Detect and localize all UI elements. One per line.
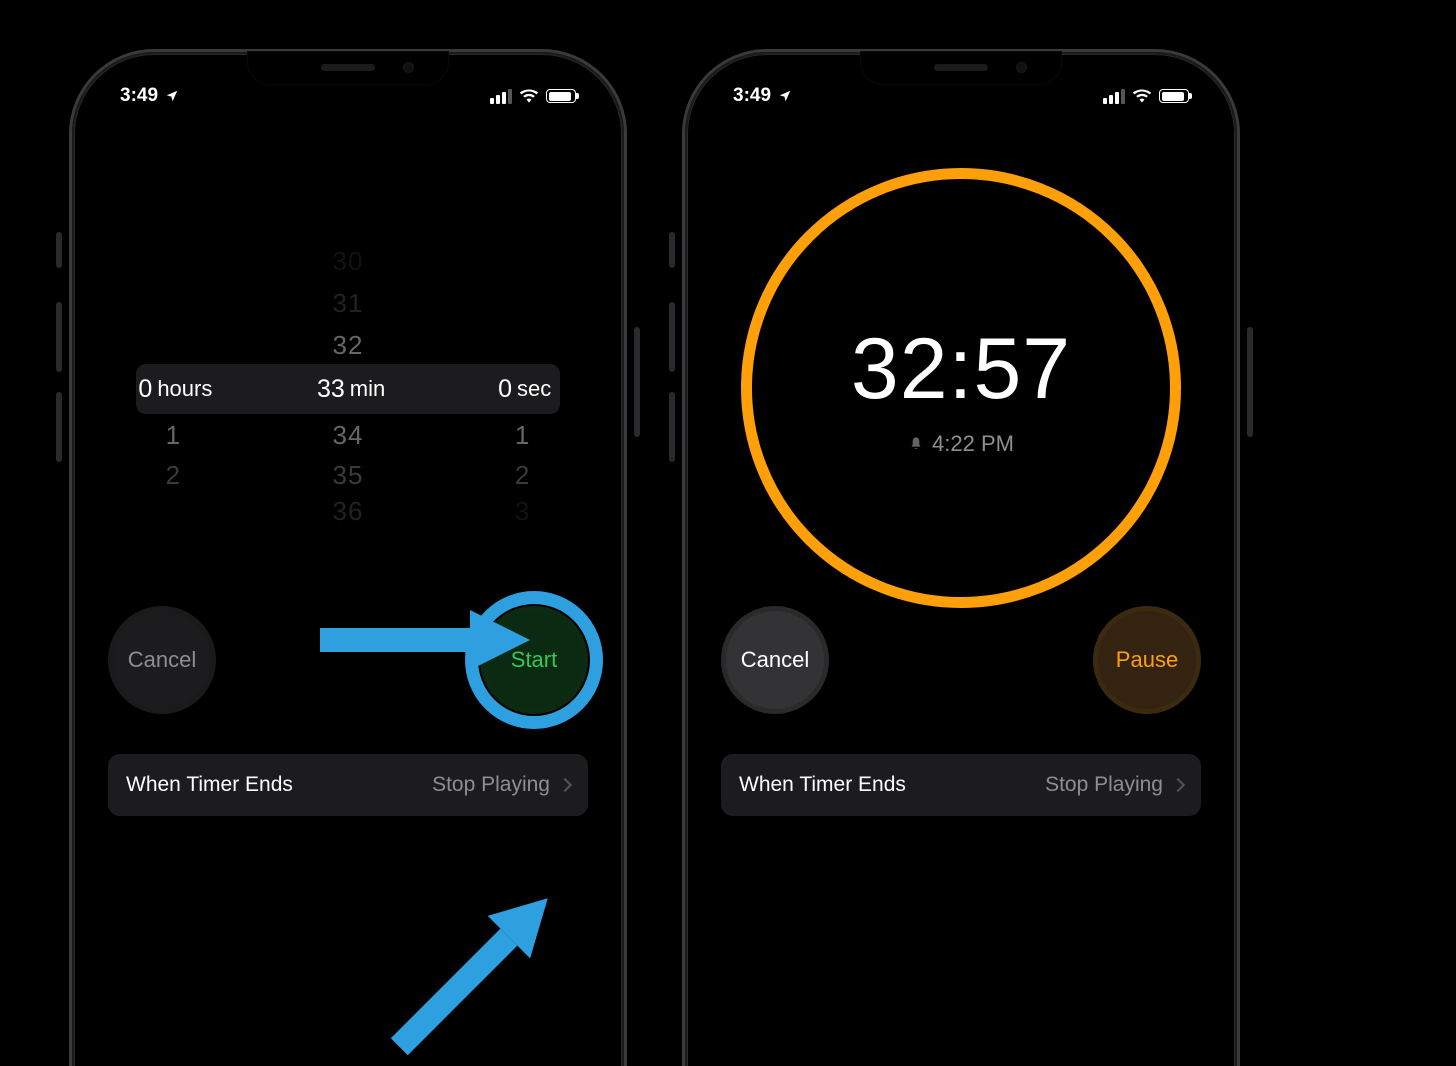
screen-right: 3:49 32:57 xyxy=(699,66,1223,1066)
cancel-button[interactable]: Cancel xyxy=(721,606,829,714)
speaker-icon xyxy=(321,64,375,71)
picker-minutes-value: 33 xyxy=(311,375,345,404)
picker-seconds-value: 0 xyxy=(494,375,512,404)
cellular-icon xyxy=(1103,89,1125,104)
option-value: Stop Playing xyxy=(1045,773,1163,797)
when-timer-ends-row[interactable]: When Timer Ends Stop Playing xyxy=(108,754,588,816)
picker-min-opt[interactable]: 36 xyxy=(261,488,436,534)
picker-seconds-label: sec xyxy=(517,376,551,402)
phone-volume-down xyxy=(56,392,62,462)
location-icon xyxy=(778,89,792,103)
annotation-arrow-option xyxy=(340,846,600,1066)
stage: 3:49 xyxy=(0,0,1456,1066)
phone-power-button xyxy=(634,327,640,437)
countdown-container: 32:57 4:22 PM xyxy=(699,168,1223,608)
camera-icon xyxy=(1016,62,1027,73)
battery-icon xyxy=(546,89,576,103)
phone-side-button xyxy=(669,232,675,268)
phone-volume-up xyxy=(56,302,62,372)
location-icon xyxy=(165,89,179,103)
option-label: When Timer Ends xyxy=(739,773,906,797)
wifi-icon xyxy=(1132,89,1152,103)
countdown-time: 32:57 xyxy=(851,320,1071,419)
phone-volume-down xyxy=(669,392,675,462)
picker-min-opt[interactable]: 31 xyxy=(261,280,436,326)
when-timer-ends-row[interactable]: When Timer Ends Stop Playing xyxy=(721,754,1201,816)
pause-button[interactable]: Pause xyxy=(1093,606,1201,714)
phone-timer-running: 3:49 32:57 xyxy=(685,52,1237,1066)
status-time: 3:49 xyxy=(120,85,158,107)
cancel-button[interactable]: Cancel xyxy=(108,606,216,714)
option-label: When Timer Ends xyxy=(126,773,293,797)
cancel-button-label: Cancel xyxy=(128,647,196,673)
camera-icon xyxy=(403,62,414,73)
countdown-ends-at: 4:22 PM xyxy=(908,431,1014,457)
picker-hours-value: 0 xyxy=(134,375,152,404)
annotation-arrow-start xyxy=(320,610,530,670)
picker-selected-values: 0 hours 33 min 0 sec xyxy=(86,370,610,408)
status-bar: 3:49 xyxy=(699,84,1223,108)
chevron-right-icon xyxy=(1171,778,1185,792)
timer-controls: Cancel Pause xyxy=(699,600,1223,720)
status-time: 3:49 xyxy=(733,85,771,107)
countdown-ends-at-value: 4:22 PM xyxy=(932,431,1014,457)
cancel-button-label: Cancel xyxy=(741,647,809,673)
picker-min-opt[interactable]: 30 xyxy=(261,238,436,284)
picker-hours-label: hours xyxy=(157,376,212,402)
picker-sec-opt[interactable]: 3 xyxy=(435,488,610,534)
wifi-icon xyxy=(519,89,539,103)
timer-picker[interactable]: 1 2 30 31 32 34 35 36 1 2 3 xyxy=(86,224,610,564)
option-value: Stop Playing xyxy=(432,773,550,797)
pause-button-label: Pause xyxy=(1116,647,1178,673)
picker-minutes-label: min xyxy=(350,376,385,402)
countdown-ring: 32:57 4:22 PM xyxy=(741,168,1181,608)
speaker-icon xyxy=(934,64,988,71)
phone-volume-up xyxy=(669,302,675,372)
phone-notch xyxy=(861,52,1061,84)
picker-min-opt[interactable]: 32 xyxy=(261,322,436,368)
battery-icon xyxy=(1159,89,1189,103)
phone-power-button xyxy=(1247,327,1253,437)
cellular-icon xyxy=(490,89,512,104)
chevron-right-icon xyxy=(558,778,572,792)
phone-notch xyxy=(248,52,448,84)
bell-icon xyxy=(908,436,924,452)
picker-hours-opt[interactable]: 2 xyxy=(86,452,261,498)
phone-side-button xyxy=(56,232,62,268)
status-bar: 3:49 xyxy=(86,84,610,108)
